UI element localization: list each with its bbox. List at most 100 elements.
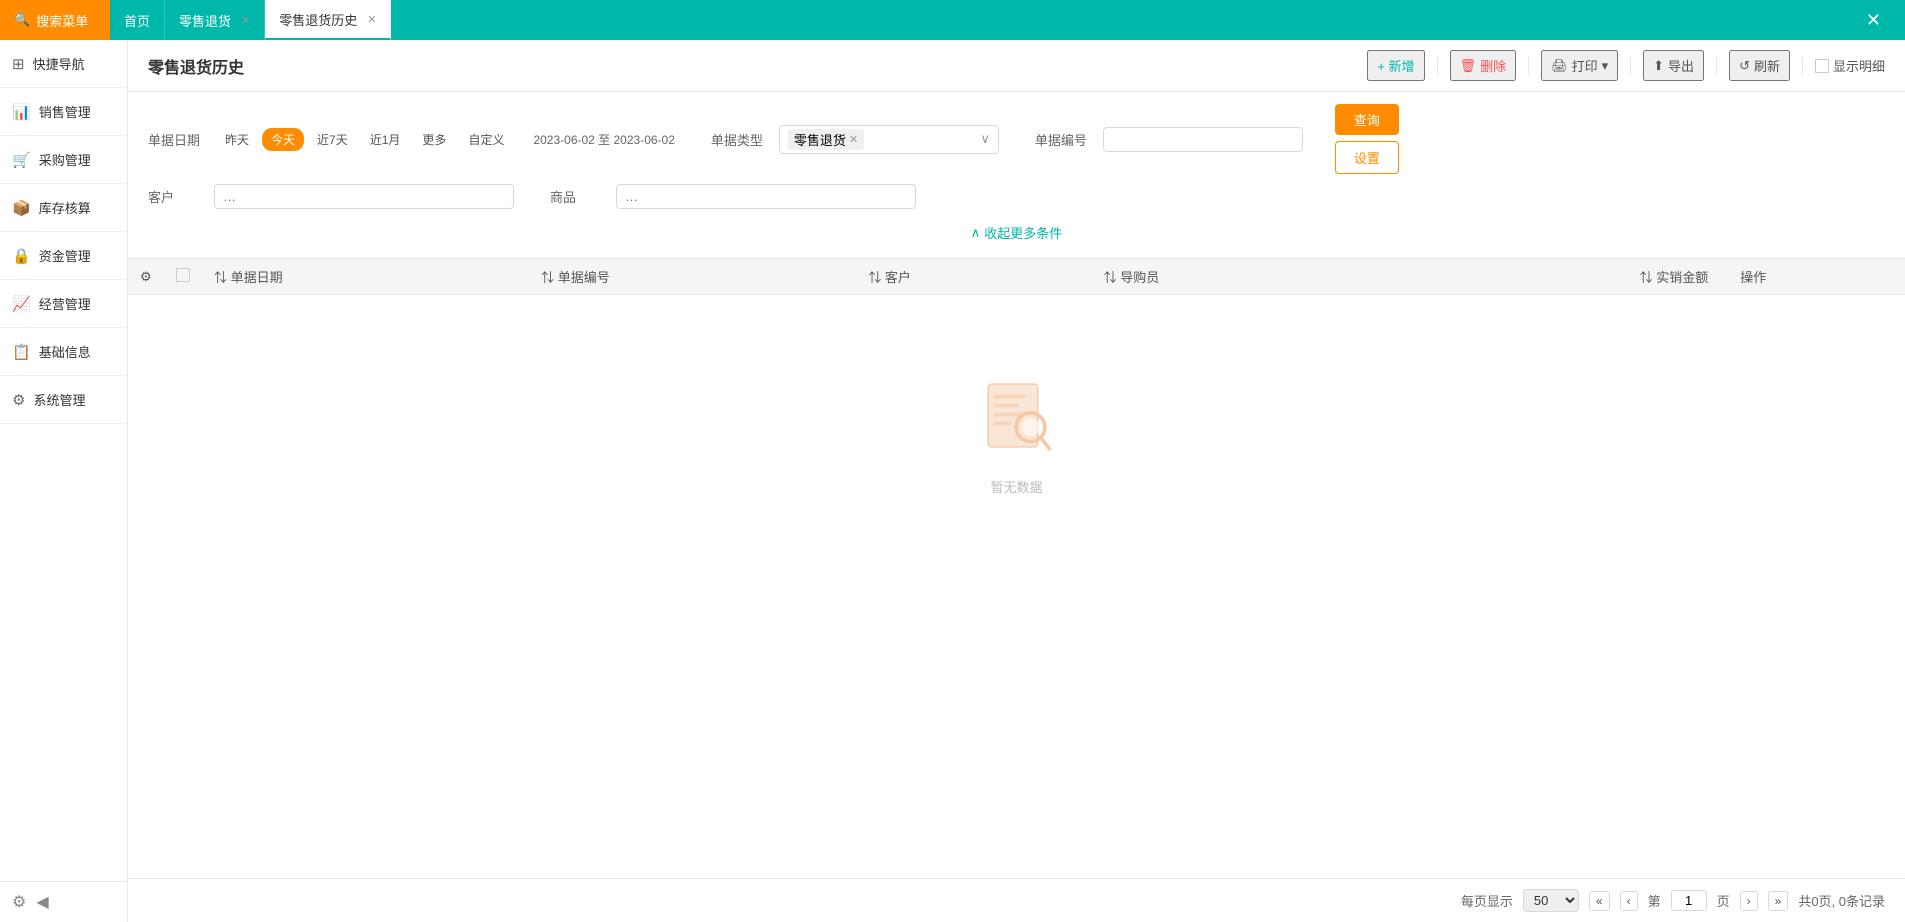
divider-3 [1630, 57, 1631, 75]
sidebar-item-operations[interactable]: 📈 经营管理 [0, 280, 127, 328]
refresh-button[interactable]: ↺ 刷新 [1729, 50, 1790, 81]
type-tag: 零售退货 ✕ [788, 129, 864, 150]
tab-home[interactable]: 首页 [110, 0, 165, 40]
type-dropdown-icon: ∨ [980, 131, 990, 147]
type-tag-close-icon[interactable]: ✕ [849, 133, 858, 146]
close-retail-return-history-icon[interactable]: ✕ [367, 13, 376, 26]
th-actual-amount[interactable]: ⇅ 实销金额 [1373, 259, 1728, 295]
sidebar: ⊞ 快捷导航 📊 销售管理 🛒 采购管理 📦 库存核算 🔒 资金管理 📈 经营管… [0, 40, 128, 922]
sales-mgmt-icon: 📊 [12, 103, 31, 121]
table-area: ⚙ ⇅ 单据日期 ⇅ 单据编号 ⇅ 客户 [128, 259, 1905, 878]
type-filter-label: 单据类型 [711, 130, 763, 149]
last-page-button[interactable]: » [1768, 891, 1789, 911]
goods-input[interactable] [616, 184, 916, 209]
sidebar-item-operations-label: 经营管理 [39, 294, 91, 313]
page-number-input[interactable] [1671, 890, 1707, 911]
th-actual-amount-label: ⇅ 实销金额 [1640, 270, 1709, 285]
filter-row-2: 客户 商品 [148, 184, 1885, 209]
select-all-checkbox[interactable] [176, 268, 190, 282]
empty-state: 暂无数据 [128, 295, 1905, 576]
query-settings: 查询 设置 [1335, 104, 1399, 174]
date-btn-custom[interactable]: 自定义 [459, 128, 513, 151]
quick-nav-icon: ⊞ [12, 55, 25, 73]
settings-button[interactable]: 设置 [1335, 141, 1399, 174]
table-footer: 每页显示 50 10 20 100 « ‹ 第 页 › » 共0页, 0条记录 [128, 878, 1905, 922]
date-btn-more[interactable]: 更多 [413, 128, 455, 151]
purchase-mgmt-icon: 🛒 [12, 151, 31, 169]
tab-retail-return-label: 零售退货 [179, 11, 231, 30]
content-area: 零售退货历史 + 新增 🗑 删除 🖨 打印 ▾ ⬆ 导出 [128, 40, 1905, 922]
operations-icon: 📈 [12, 295, 31, 313]
sidebar-item-inventory[interactable]: 📦 库存核算 [0, 184, 127, 232]
doc-no-input[interactable] [1103, 127, 1303, 152]
tab-home-label: 首页 [124, 11, 150, 30]
sidebar-expand-icon[interactable]: ◀ [36, 892, 48, 912]
new-button[interactable]: + 新增 [1367, 50, 1424, 81]
th-doc-no[interactable]: ⇅ 单据编号 [529, 259, 856, 295]
first-page-button[interactable]: « [1589, 891, 1610, 911]
collapse-button[interactable]: ∧ 收起更多条件 [959, 219, 1075, 246]
date-filter-label: 单据日期 [148, 130, 200, 149]
close-retail-return-icon[interactable]: ✕ [241, 14, 250, 27]
page-title: 零售退货历史 [148, 54, 1367, 78]
th-doc-date[interactable]: ⇅ 单据日期 [202, 259, 529, 295]
sidebar-item-sales-mgmt-label: 销售管理 [39, 102, 91, 121]
th-settings[interactable]: ⚙ [128, 259, 164, 295]
type-tag-text: 零售退货 [794, 130, 846, 149]
top-bar-right: ✕ [1858, 10, 1905, 31]
total-info: 共0页, 0条记录 [1798, 891, 1885, 910]
th-actions: 操作 [1728, 259, 1905, 295]
collapse-icon: ∧ [971, 225, 981, 241]
th-checkbox[interactable] [164, 259, 202, 295]
close-window-icon[interactable]: ✕ [1858, 10, 1889, 30]
refresh-icon: ↺ [1739, 58, 1750, 74]
data-table: ⚙ ⇅ 单据日期 ⇅ 单据编号 ⇅ 客户 [128, 259, 1905, 295]
print-icon: 🖨 [1551, 58, 1568, 74]
date-btn-1month[interactable]: 近1月 [361, 128, 410, 151]
next-page-button[interactable]: › [1740, 891, 1758, 911]
inventory-icon: 📦 [12, 199, 31, 217]
tab-retail-return[interactable]: 零售退货 ✕ [165, 0, 265, 40]
date-btn-7days[interactable]: 近7天 [308, 128, 357, 151]
customer-input[interactable] [214, 184, 514, 209]
sidebar-item-quick-nav[interactable]: ⊞ 快捷导航 [0, 40, 127, 88]
th-customer[interactable]: ⇅ 客户 [856, 259, 1091, 295]
header-actions: + 新增 🗑 删除 🖨 打印 ▾ ⬆ 导出 [1367, 50, 1885, 81]
sidebar-gear-icon[interactable]: ⚙ [12, 892, 26, 912]
sidebar-item-basic-info[interactable]: 📋 基础信息 [0, 328, 127, 376]
display-toggle[interactable]: 显示明细 [1815, 56, 1885, 75]
filter-row-1: 单据日期 昨天 今天 近7天 近1月 更多 自定义 2023-06-02 至 2… [148, 104, 1885, 174]
system-mgmt-icon: ⚙ [12, 391, 25, 409]
export-icon: ⬆ [1653, 58, 1664, 74]
sidebar-item-finance-label: 资金管理 [39, 246, 91, 265]
query-button[interactable]: 查询 [1335, 104, 1399, 135]
sidebar-item-quick-nav-label: 快捷导航 [33, 54, 85, 73]
filter-area: 单据日期 昨天 今天 近7天 近1月 更多 自定义 2023-06-02 至 2… [128, 92, 1905, 259]
sidebar-item-sales-mgmt[interactable]: 📊 销售管理 [0, 88, 127, 136]
delete-icon: 🗑 [1460, 58, 1477, 74]
finance-icon: 🔒 [12, 247, 31, 265]
customer-filter-label: 客户 [148, 187, 198, 206]
prev-page-button[interactable]: ‹ [1620, 891, 1638, 911]
sidebar-bottom: ⚙ ◀ [0, 881, 127, 922]
divider-2 [1528, 57, 1529, 75]
search-icon: 🔍 [14, 12, 30, 28]
search-tab[interactable]: 🔍 搜索菜单 [0, 0, 110, 40]
column-settings-icon[interactable]: ⚙ [140, 269, 152, 284]
tab-retail-return-history[interactable]: 零售退货历史 ✕ [265, 0, 391, 40]
delete-button[interactable]: 🗑 删除 [1450, 50, 1517, 81]
display-detail-checkbox[interactable] [1815, 59, 1829, 73]
date-btn-today[interactable]: 今天 [262, 128, 304, 151]
sidebar-item-finance[interactable]: 🔒 资金管理 [0, 232, 127, 280]
print-button[interactable]: 🖨 打印 ▾ [1541, 50, 1618, 81]
sidebar-item-purchase-mgmt[interactable]: 🛒 采购管理 [0, 136, 127, 184]
tab-retail-return-history-label: 零售退货历史 [279, 10, 357, 29]
date-btn-yesterday[interactable]: 昨天 [216, 128, 258, 151]
export-button[interactable]: ⬆ 导出 [1643, 50, 1704, 81]
basic-info-icon: 📋 [12, 343, 31, 361]
type-filter-input[interactable]: 零售退货 ✕ ∨ [779, 125, 999, 154]
sidebar-item-system-mgmt[interactable]: ⚙ 系统管理 [0, 376, 127, 424]
th-doc-no-label: ⇅ 单据编号 [541, 270, 610, 285]
page-size-select[interactable]: 50 10 20 100 [1523, 889, 1579, 912]
th-guide[interactable]: ⇅ 导购员 [1092, 259, 1373, 295]
